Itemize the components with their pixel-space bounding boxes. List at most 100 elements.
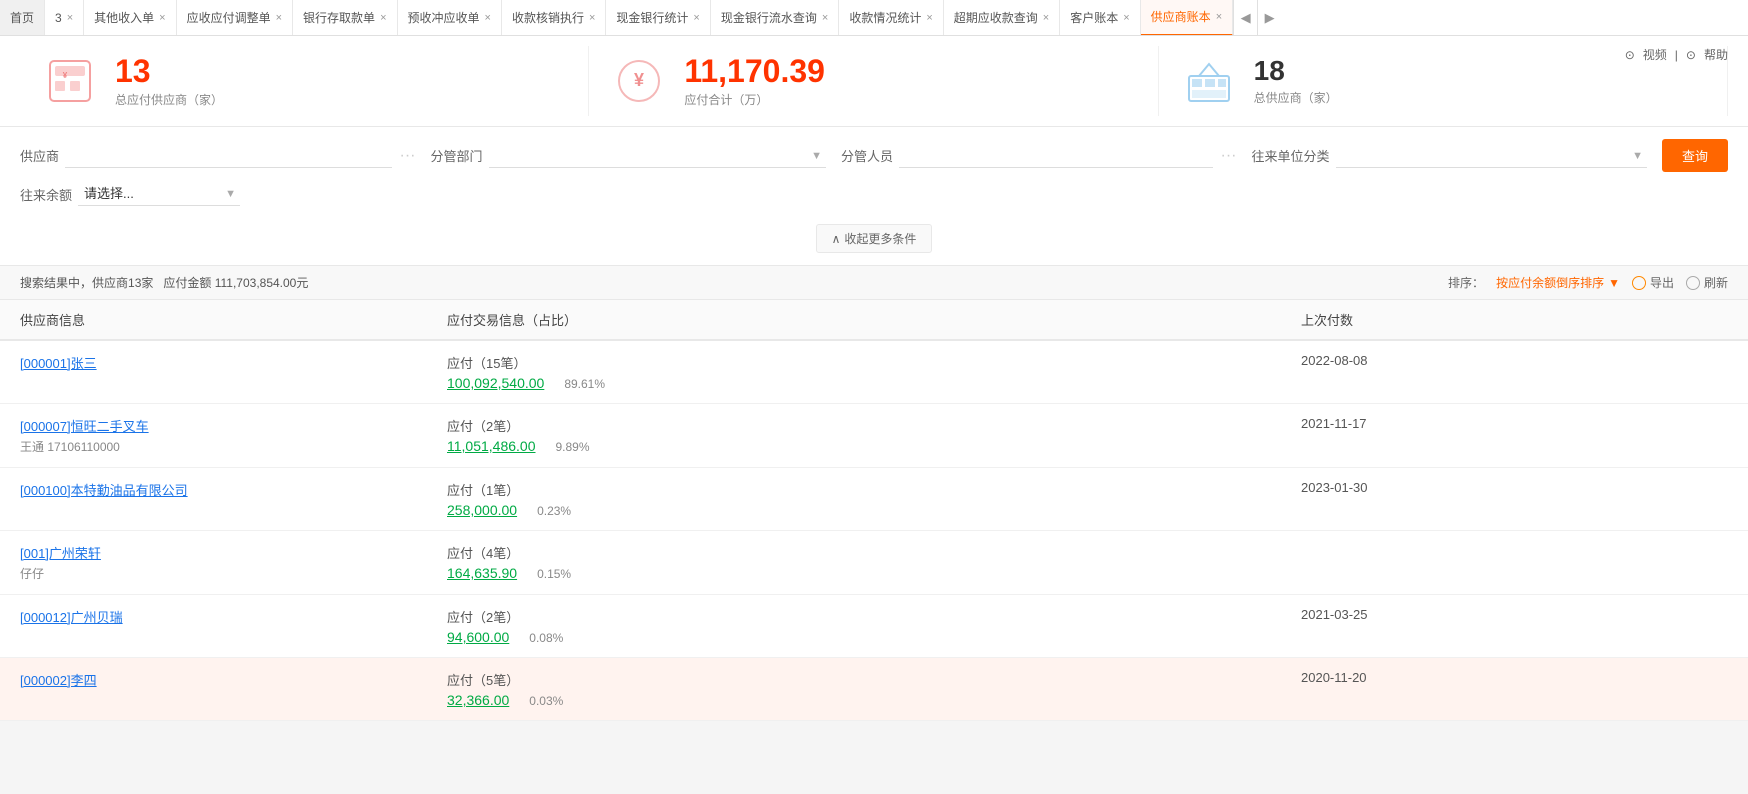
tx-amount-link-5[interactable]: 94,600.00 <box>447 629 509 645</box>
collapse-button[interactable]: ∧ 收起更多条件 <box>816 224 933 253</box>
supplier-link-1[interactable]: [000001]张三 <box>20 353 447 372</box>
close-tab-other-income[interactable]: × <box>159 12 165 24</box>
close-tab-cash-bank-flow[interactable]: × <box>822 12 828 24</box>
top-right-links: ⊙ 视频 | ⊙ 帮助 <box>1625 46 1728 63</box>
tx-amount-link-6[interactable]: 32,366.00 <box>447 692 509 708</box>
last-payment-6: 2020-11-20 <box>1301 670 1728 708</box>
table-row: [000007]恒旺二手叉车 王通 17106110000 应付（2笔） 11,… <box>0 404 1748 468</box>
category-select[interactable] <box>1336 144 1647 168</box>
stat-payable-suppliers: ¥ 13 总应付供应商（家） <box>20 46 589 116</box>
svg-text:¥: ¥ <box>634 70 644 90</box>
search-button[interactable]: 查询 <box>1662 139 1728 172</box>
export-button[interactable]: 导出 <box>1632 274 1674 291</box>
supplier-sub-2: 王通 17106110000 <box>20 438 447 455</box>
transaction-info-2: 应付（2笔） 11,051,486.00 9.89% <box>447 416 1301 455</box>
supplier-link-6[interactable]: [000002]李四 <box>20 670 447 689</box>
video-link[interactable]: 视频 <box>1643 46 1667 63</box>
close-tab-customer-account[interactable]: × <box>1123 12 1129 24</box>
nav-tab-advance-collect-label: 预收冲应收单 <box>408 9 480 26</box>
last-payment-2: 2021-11-17 <box>1301 416 1728 455</box>
nav-tab-3[interactable]: 3 × <box>45 0 84 36</box>
transaction-info-1: 应付（15笔） 100,092,540.00 89.61% <box>447 353 1301 391</box>
nav-next-arrow[interactable]: ▶ <box>1257 0 1281 36</box>
nav-tab-home-label: 首页 <box>10 9 34 26</box>
tx-amount-link-2[interactable]: 11,051,486.00 <box>447 438 536 454</box>
supplier-info-4: [001]广州荣轩 仔仔 <box>20 543 447 582</box>
nav-tab-advance-collect[interactable]: 预收冲应收单 × <box>398 0 502 36</box>
nav-tab-customer-account[interactable]: 客户账本 × <box>1060 0 1140 36</box>
person-input[interactable] <box>899 144 1213 168</box>
supplier-link-2[interactable]: [000007]恒旺二手叉车 <box>20 416 447 435</box>
sort-label: 排序： <box>1448 274 1484 291</box>
stat-payable-total-number: 11,170.39 <box>684 55 825 87</box>
close-tab-advance-collect[interactable]: × <box>485 12 491 24</box>
table-row: [000012]广州贝瑞 应付（2笔） 94,600.00 0.08% 2021… <box>0 595 1748 658</box>
tx-amount-2: 11,051,486.00 <box>447 438 536 454</box>
nav-tab-home[interactable]: 首页 <box>0 0 45 36</box>
close-tab-bank-deposit[interactable]: × <box>380 12 386 24</box>
tx-amount-link-3[interactable]: 258,000.00 <box>447 502 517 518</box>
balance-select[interactable]: 请选择... <box>78 182 240 206</box>
nav-tab-cash-bank-stat[interactable]: 现金银行统计 × <box>606 0 710 36</box>
close-tab-collect-verify[interactable]: × <box>589 12 595 24</box>
nav-tab-ar-adjust[interactable]: 应收应付调整单 × <box>177 0 293 36</box>
tx-amount-6: 32,366.00 <box>447 692 509 708</box>
refresh-button[interactable]: 刷新 <box>1686 274 1728 291</box>
table-row: [000002]李四 应付（5笔） 32,366.00 0.03% 2020-1… <box>0 658 1748 721</box>
nav-tab-supplier-account-label: 供应商账本 <box>1151 8 1211 25</box>
nav-tab-overdue-collect-label: 超期应收款查询 <box>954 9 1038 26</box>
supplier-input[interactable] <box>65 144 392 168</box>
stats-bar: ¥ 13 总应付供应商（家） ¥ 11,170.39 应付合计（万） <box>0 36 1748 127</box>
table-row: [000100]本特勤油品有限公司 应付（1笔） 258,000.00 0.23… <box>0 468 1748 531</box>
close-tab-collect-stat[interactable]: × <box>926 12 932 24</box>
supplier-info-3: [000100]本特勤油品有限公司 <box>20 480 447 518</box>
supplier-info-1: [000001]张三 <box>20 353 447 391</box>
supplier-link-4[interactable]: [001]广州荣轩 <box>20 543 447 562</box>
total-supplier-icon <box>1179 51 1239 111</box>
filter-supplier: 供应商 ··· <box>20 144 416 168</box>
nav-tab-other-income[interactable]: 其他收入单 × <box>84 0 176 36</box>
tx-amount-link-1[interactable]: 100,092,540.00 <box>447 375 544 391</box>
close-tab-overdue-collect[interactable]: × <box>1043 12 1049 24</box>
dept-select[interactable] <box>489 144 826 168</box>
transaction-info-5: 应付（2笔） 94,600.00 0.08% <box>447 607 1301 645</box>
col-supplier-header: 供应商信息 <box>20 310 447 329</box>
nav-tab-bank-deposit[interactable]: 银行存取款单 × <box>293 0 397 36</box>
table-row: [001]广州荣轩 仔仔 应付（4笔） 164,635.90 0.15% <box>0 531 1748 595</box>
nav-tab-collect-verify[interactable]: 收款核销执行 × <box>502 0 606 36</box>
payable-supplier-icon: ¥ <box>40 51 100 111</box>
nav-tab-collect-stat-label: 收款情况统计 <box>849 9 921 26</box>
col-transaction-header: 应付交易信息（占比） <box>447 310 1301 329</box>
stat-payable-total-label: 应付合计（万） <box>684 91 825 108</box>
nav-tab-supplier-account[interactable]: 供应商账本 × <box>1141 0 1233 36</box>
nav-tab-collect-stat[interactable]: 收款情况统计 × <box>839 0 943 36</box>
filter-row-2: 往来余额 请选择... ▼ <box>20 182 1728 206</box>
filter-supplier-label: 供应商 <box>20 146 59 165</box>
close-tab-ar-adjust[interactable]: × <box>276 12 282 24</box>
refresh-label: 刷新 <box>1704 274 1728 291</box>
stat-payable-suppliers-number: 13 <box>115 55 223 87</box>
supplier-dots[interactable]: ··· <box>400 147 416 165</box>
supplier-link-5[interactable]: [000012]广州贝瑞 <box>20 607 447 626</box>
person-dots[interactable]: ··· <box>1221 147 1237 165</box>
top-navigation: 首页 3 × 其他收入单 × 应收应付调整单 × 银行存取款单 × 预收冲应收单… <box>0 0 1748 36</box>
results-bar: 搜索结果中，供应商13家 应付金额 111,703,854.00元 排序： 按应… <box>0 266 1748 300</box>
tx-amount-link-4[interactable]: 164,635.90 <box>447 565 517 581</box>
tx-label-6: 应付（5笔） <box>447 670 1301 689</box>
collapse-row: ∧ 收起更多条件 <box>20 216 1728 253</box>
nav-tab-overdue-collect[interactable]: 超期应收款查询 × <box>944 0 1060 36</box>
close-tab-3[interactable]: × <box>67 12 73 24</box>
nav-tab-customer-account-label: 客户账本 <box>1070 9 1118 26</box>
supplier-link-3[interactable]: [000100]本特勤油品有限公司 <box>20 480 447 499</box>
sort-select[interactable]: 按应付余额倒序排序 ▼ <box>1496 274 1620 291</box>
supplier-table: 供应商信息 应付交易信息（占比） 上次付数 [000001]张三 应付（15笔）… <box>0 300 1748 721</box>
filter-category-label: 往来单位分类 <box>1252 146 1330 165</box>
nav-tab-cash-bank-flow[interactable]: 现金银行流水查询 × <box>711 0 839 36</box>
close-tab-supplier-account[interactable]: × <box>1216 11 1222 23</box>
nav-prev-arrow[interactable]: ◀ <box>1233 0 1257 36</box>
help-link[interactable]: 帮助 <box>1704 46 1728 63</box>
tx-label-4: 应付（4笔） <box>447 543 1301 562</box>
supplier-info-2: [000007]恒旺二手叉车 王通 17106110000 <box>20 416 447 455</box>
close-tab-cash-bank-stat[interactable]: × <box>693 12 699 24</box>
last-payment-4 <box>1301 543 1728 582</box>
